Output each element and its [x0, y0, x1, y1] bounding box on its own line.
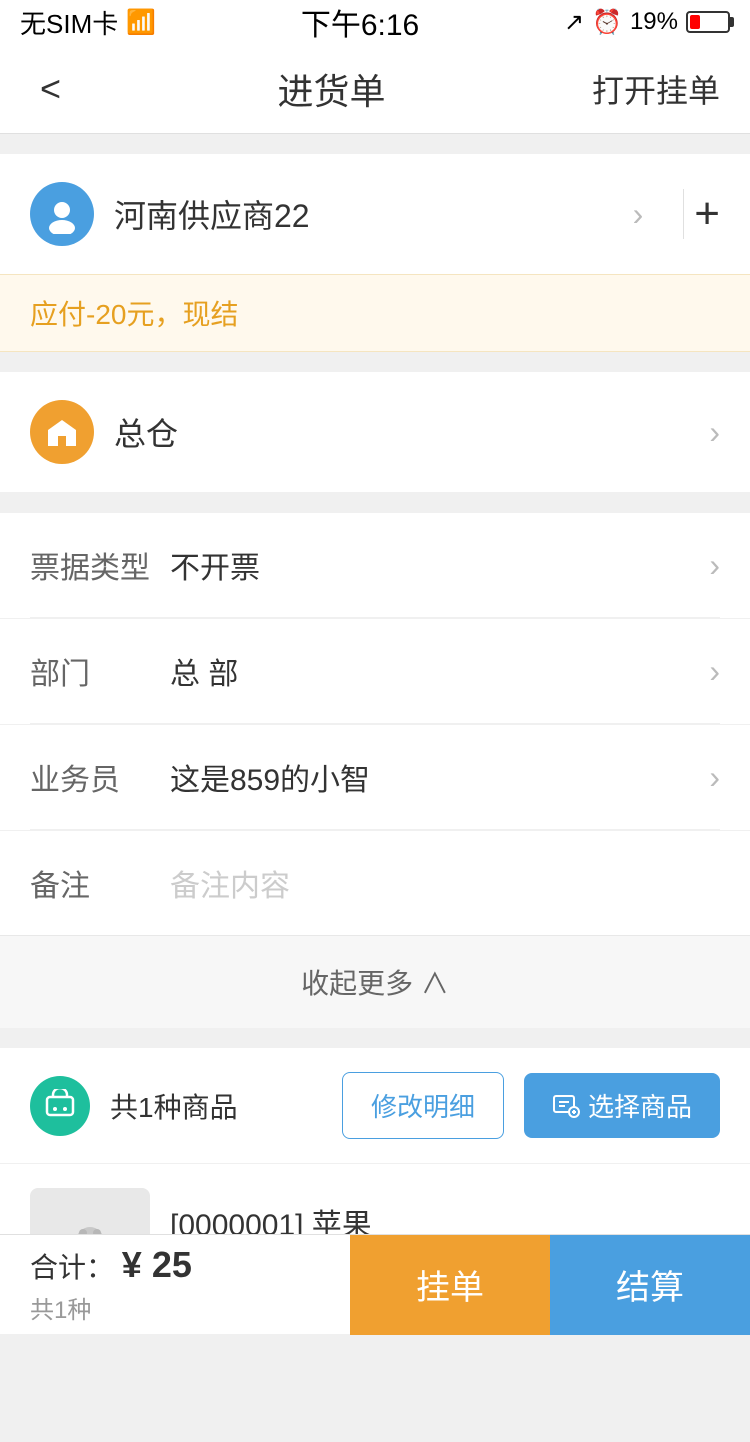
divider [683, 189, 684, 239]
invoice-type-row[interactable]: 票据类型 不开票 › [0, 512, 750, 617]
status-bar-time: 下午6:16 [301, 0, 419, 44]
total-amount: ¥ 25 [122, 1244, 192, 1285]
supplier-row[interactable]: 河南供应商22 › + [0, 154, 750, 274]
supplier-section: 河南供应商22 › + 应付-20元，现结 [0, 154, 750, 352]
salesman-value: 这是859的小智 [150, 755, 709, 799]
status-bar-right: ↗ ⏰ 19% [564, 8, 730, 37]
battery-text: 19% [630, 8, 678, 36]
status-bar-left: 无SIM卡 📶 [20, 4, 156, 41]
carrier-text: 无SIM卡 [20, 4, 118, 41]
warehouse-icon [44, 414, 80, 450]
product-count-text: 共1种商品 [110, 1086, 322, 1126]
cart-icon [43, 1089, 77, 1123]
salesman-chevron-icon: › [709, 759, 720, 796]
product-count-icon-bg [30, 1076, 90, 1136]
section-gap-1 [0, 134, 750, 154]
salesman-label: 业务员 [30, 755, 150, 799]
form-section: 票据类型 不开票 › 部门 总 部 › 业务员 这是859的小智 › 备注 备注… [0, 512, 750, 935]
alarm-icon: ⏰ [592, 8, 622, 37]
remark-input[interactable]: 备注内容 [150, 861, 720, 905]
warehouse-section: 总仓 › [0, 372, 750, 492]
notice-text: 应付-20元，现结 [30, 299, 238, 330]
battery-icon [686, 11, 730, 33]
section-gap-3 [0, 492, 750, 512]
section-gap-4 [0, 1028, 750, 1048]
total-count: 共1种 [30, 1290, 320, 1325]
department-row[interactable]: 部门 总 部 › [0, 618, 750, 723]
product-header: 共1种商品 修改明细 选择商品 [0, 1048, 750, 1163]
add-supplier-button[interactable]: + [694, 189, 720, 239]
total-row: 合计： ¥ 25 [30, 1244, 320, 1286]
back-button[interactable]: < [30, 58, 71, 120]
salesman-row[interactable]: 业务员 这是859的小智 › [0, 724, 750, 829]
warehouse-name: 总仓 [114, 409, 709, 455]
collapse-text: 收起更多 ∧ [301, 968, 449, 999]
select-product-button[interactable]: 选择商品 [524, 1073, 720, 1138]
invoice-chevron-icon: › [709, 547, 720, 584]
nav-bar: < 进货单 打开挂单 [0, 44, 750, 134]
footer-bar: 合计： ¥ 25 共1种 挂单 结算 [0, 1234, 750, 1334]
supplier-avatar-icon [42, 194, 82, 234]
invoice-type-label: 票据类型 [30, 543, 150, 587]
supplier-avatar [30, 182, 94, 246]
warehouse-icon-bg [30, 400, 94, 464]
footer-spacer [0, 1332, 750, 1442]
department-value: 总 部 [150, 649, 709, 693]
edit-detail-button[interactable]: 修改明细 [342, 1072, 504, 1139]
warehouse-chevron-icon: › [709, 414, 720, 451]
status-bar: 无SIM卡 📶 下午6:16 ↗ ⏰ 19% [0, 0, 750, 44]
notice-bar: 应付-20元，现结 [0, 274, 750, 352]
select-product-icon [552, 1092, 580, 1120]
page-title: 进货单 [278, 63, 386, 115]
warehouse-row[interactable]: 总仓 › [0, 372, 750, 492]
wifi-icon: 📶 [126, 8, 156, 37]
collapse-bar[interactable]: 收起更多 ∧ [0, 935, 750, 1028]
supplier-chevron-icon: › [633, 196, 644, 233]
settle-button[interactable]: 结算 [550, 1235, 750, 1335]
department-chevron-icon: › [709, 653, 720, 690]
remark-label: 备注 [30, 861, 150, 905]
invoice-type-value: 不开票 [150, 543, 709, 587]
footer-total: 合计： ¥ 25 共1种 [0, 1244, 350, 1325]
battery-fill [690, 15, 700, 29]
hang-order-button[interactable]: 挂单 [350, 1235, 550, 1335]
total-label: 合计： [30, 1252, 114, 1283]
location-icon: ↗ [564, 8, 584, 37]
select-product-label: 选择商品 [588, 1087, 692, 1124]
remark-row[interactable]: 备注 备注内容 [0, 830, 750, 935]
open-pending-button[interactable]: 打开挂单 [592, 66, 720, 112]
supplier-name: 河南供应商22 [114, 191, 633, 237]
section-gap-2 [0, 352, 750, 372]
department-label: 部门 [30, 649, 150, 693]
